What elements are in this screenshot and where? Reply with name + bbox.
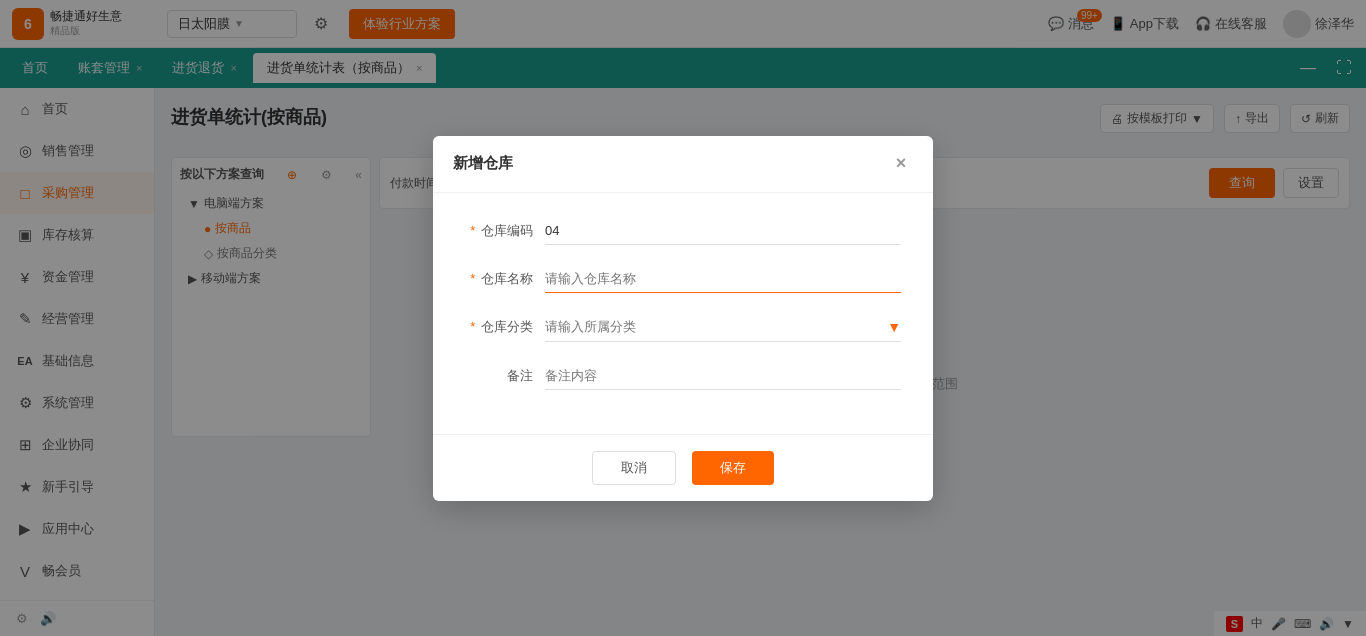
category-select[interactable]: ▼ [545, 313, 901, 342]
form-row-note: 备注 [465, 362, 901, 390]
note-label: 备注 [465, 367, 545, 385]
code-required-star: * [470, 223, 475, 238]
add-warehouse-modal: 新增仓库 × * 仓库编码 * 仓库名称 [433, 136, 933, 501]
name-input[interactable] [545, 265, 901, 293]
modal-header: 新增仓库 × [433, 136, 933, 193]
note-input[interactable] [545, 362, 901, 390]
name-required-star: * [470, 271, 475, 286]
name-label: * 仓库名称 [465, 270, 545, 288]
category-input[interactable] [545, 319, 887, 334]
form-row-code: * 仓库编码 [465, 217, 901, 245]
cancel-button[interactable]: 取消 [592, 451, 676, 485]
form-row-name: * 仓库名称 [465, 265, 901, 293]
category-arrow-icon: ▼ [887, 319, 901, 335]
modal-footer: 取消 保存 [433, 434, 933, 501]
code-input[interactable] [545, 217, 901, 245]
category-required-star: * [470, 319, 475, 334]
code-label: * 仓库编码 [465, 222, 545, 240]
save-button[interactable]: 保存 [692, 451, 774, 485]
modal-title: 新增仓库 [453, 154, 513, 173]
modal-overlay[interactable]: 新增仓库 × * 仓库编码 * 仓库名称 [0, 0, 1366, 636]
form-row-category: * 仓库分类 ▼ [465, 313, 901, 342]
modal-body: * 仓库编码 * 仓库名称 * 仓库分类 [433, 193, 933, 434]
category-label: * 仓库分类 [465, 318, 545, 336]
modal-close-icon[interactable]: × [889, 152, 913, 176]
